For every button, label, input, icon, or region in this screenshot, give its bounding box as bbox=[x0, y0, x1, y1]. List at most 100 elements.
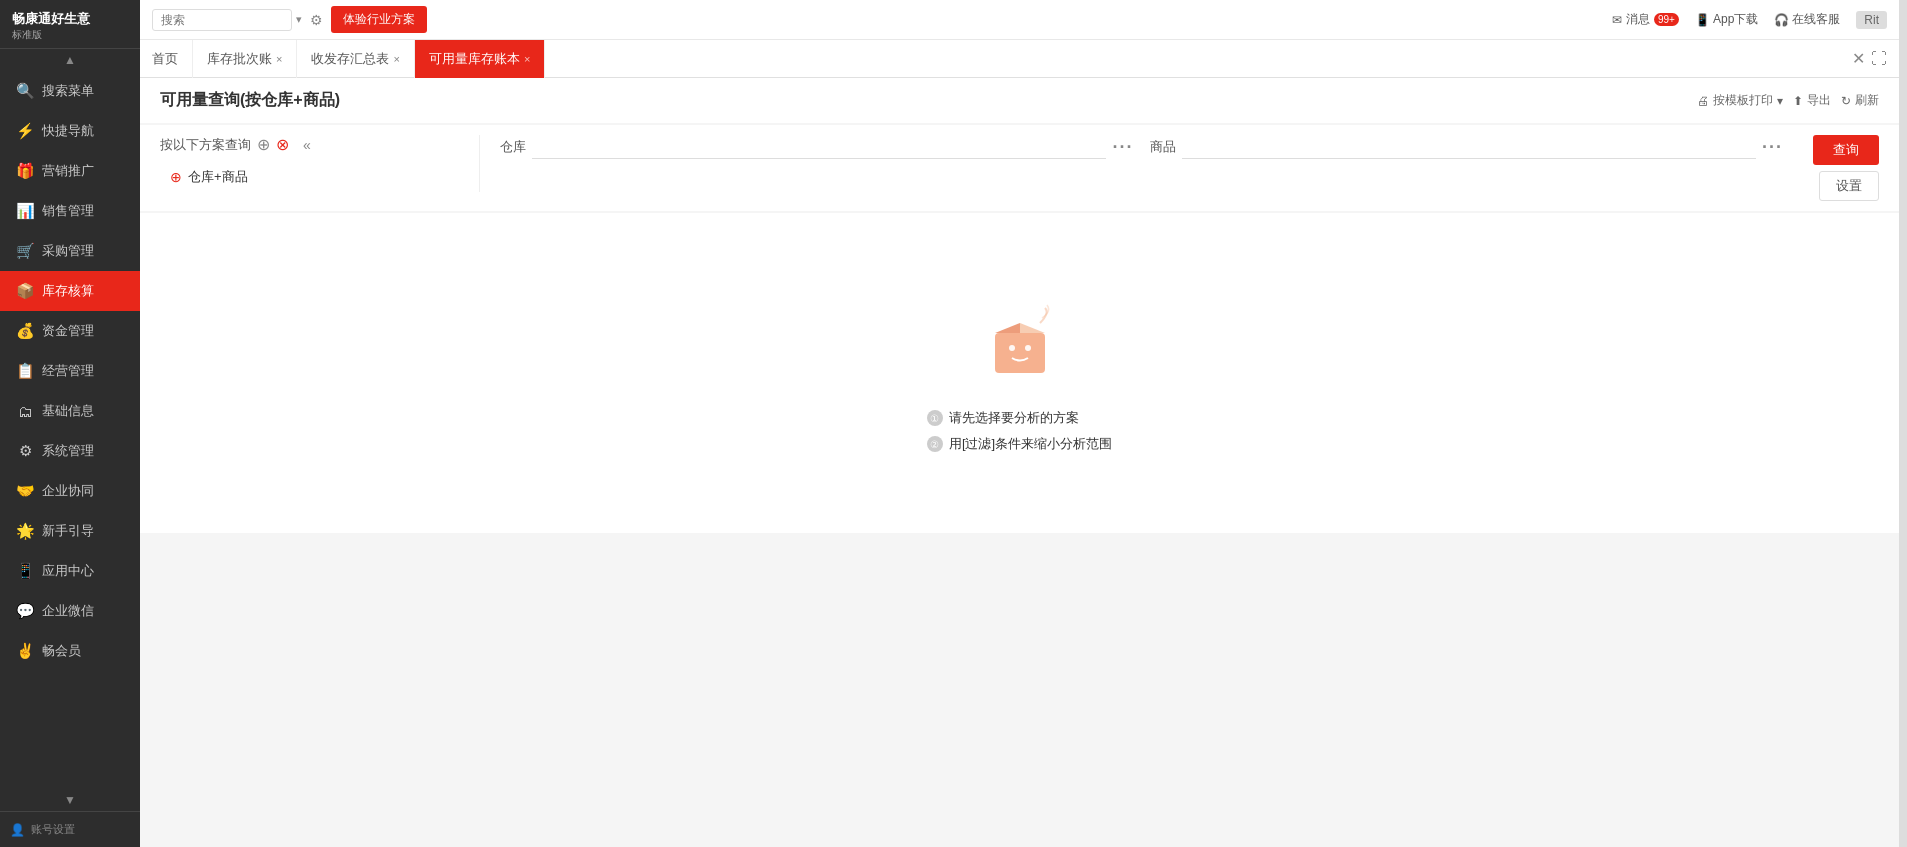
app-download-label: App下载 bbox=[1713, 11, 1758, 28]
print-template-btn[interactable]: 🖨 按模板打印 ▾ bbox=[1697, 92, 1783, 109]
sidebar-item-base[interactable]: 🗂基础信息 bbox=[0, 391, 140, 431]
sidebar-item-inventory[interactable]: 📦库存核算 bbox=[0, 271, 140, 311]
online-service-label: 在线客服 bbox=[1792, 11, 1840, 28]
search-bar: ▾ bbox=[152, 9, 302, 31]
filter-section-label: 按以下方案查询 bbox=[160, 136, 251, 154]
sidebar-item-operation[interactable]: 📋 经营管理 bbox=[0, 351, 140, 391]
sidebar-icon-marketing: 🎁 bbox=[16, 162, 34, 180]
sidebar-label-quick-nav: 快捷导航 bbox=[42, 122, 94, 140]
filter-scheme-panel: 按以下方案查询 ⊕ ⊗ « ⊕ 仓库+商品 bbox=[160, 135, 480, 192]
svg-point-3 bbox=[1009, 345, 1015, 351]
svg-marker-1 bbox=[995, 323, 1020, 333]
page-header: 可用量查询(按仓库+商品) 🖨 按模板打印 ▾ ⬆ 导出 ↻ 刷新 bbox=[140, 78, 1899, 123]
sidebar-label-operation: 经营管理 bbox=[42, 362, 94, 380]
warehouse-more-icon[interactable]: ··· bbox=[1112, 137, 1133, 158]
tab-home-label: 首页 bbox=[152, 50, 178, 68]
sidebar: 畅康通好生意 标准版 ▲ 🔍搜索菜单⚡快捷导航🎁营销推广📊销售管理🛒采购管理📦库… bbox=[0, 0, 140, 847]
sidebar-item-app-center[interactable]: 📱 应用中心 bbox=[0, 551, 140, 591]
page-title: 可用量查询(按仓库+商品) bbox=[160, 90, 340, 111]
sidebar-menu: 🔍搜索菜单 ⚡ 快捷导航 🎁 营销推广 📊销售管理🛒采购管理📦库存核算 💰 资金管理 📋 经营管理… bbox=[0, 71, 140, 789]
trial-button[interactable]: 体验行业方案 bbox=[331, 6, 427, 33]
tab-home[interactable]: 首页 bbox=[152, 40, 193, 78]
add-scheme-icon[interactable]: ⊕ bbox=[257, 135, 270, 154]
sidebar-icon-operation: 📋 bbox=[16, 362, 34, 380]
scheme-item-label: 仓库+商品 bbox=[188, 168, 248, 186]
product-more-icon[interactable]: ··· bbox=[1762, 137, 1783, 158]
product-input[interactable] bbox=[1182, 135, 1756, 159]
sidebar-label-app-center: 应用中心 bbox=[42, 562, 94, 580]
sidebar-icon-finance: 💰 bbox=[16, 322, 34, 340]
sidebar-icon-app-center: 📱 bbox=[16, 562, 34, 580]
main-area: ▾ ⚙ 体验行业方案 ✉ 消息 99+ 📱 App下载 🎧 在线客服 Rit bbox=[140, 0, 1899, 847]
message-area[interactable]: ✉ 消息 99+ bbox=[1612, 11, 1679, 28]
online-service-btn[interactable]: 🎧 在线客服 bbox=[1774, 11, 1840, 28]
scheme-item-warehouse-product[interactable]: ⊕ 仓库+商品 bbox=[160, 162, 479, 192]
search-dropdown-icon[interactable]: ▾ bbox=[296, 13, 302, 26]
empty-tip-2: ② 用[过滤]条件来缩小分析范围 bbox=[927, 435, 1112, 453]
collapse-btn[interactable]: « bbox=[295, 137, 319, 153]
user-name: Rit bbox=[1864, 13, 1879, 27]
filter-fields-panel: 仓库 ··· 商品 ··· bbox=[480, 135, 1803, 167]
sidebar-logo-sub: 标准版 bbox=[12, 28, 128, 42]
top-header: ▾ ⚙ 体验行业方案 ✉ 消息 99+ 📱 App下载 🎧 在线客服 Rit bbox=[140, 0, 1899, 40]
tip-num-1: ① bbox=[927, 410, 943, 426]
sidebar-item-search[interactable]: 🔍搜索菜单 bbox=[0, 71, 140, 111]
app-download-btn[interactable]: 📱 App下载 bbox=[1695, 11, 1758, 28]
sidebar-label-finance: 资金管理 bbox=[42, 322, 94, 340]
svg-point-4 bbox=[1025, 345, 1031, 351]
tab-batch-account[interactable]: 库存批次账 × bbox=[193, 40, 297, 78]
tab-batch-account-close[interactable]: × bbox=[276, 53, 282, 65]
sidebar-item-member[interactable]: ✌畅会员 bbox=[0, 631, 140, 671]
tab-available-account-label: 可用量库存账本 bbox=[429, 50, 520, 68]
sidebar-label-enterprise: 企业协同 bbox=[42, 482, 94, 500]
sidebar-scroll-down[interactable]: ▼ bbox=[0, 789, 140, 811]
refresh-btn[interactable]: ↻ 刷新 bbox=[1841, 92, 1879, 109]
tab-available-account[interactable]: 可用量库存账本 × bbox=[415, 40, 545, 78]
tab-available-account-close[interactable]: × bbox=[524, 53, 530, 65]
empty-illustration bbox=[970, 293, 1070, 393]
sidebar-icon-system: ⚙ bbox=[16, 442, 34, 460]
tab-receive-summary[interactable]: 收发存汇总表 × bbox=[297, 40, 414, 78]
sidebar-item-new-user[interactable]: 🌟 新手引导 bbox=[0, 511, 140, 551]
sidebar-item-enterprise[interactable]: 🤝 企业协同 bbox=[0, 471, 140, 511]
sidebar-icon-enterprise: 🤝 bbox=[16, 482, 34, 500]
sidebar-bottom-icon: 👤 bbox=[10, 823, 25, 837]
sidebar-item-marketing[interactable]: 🎁 营销推广 bbox=[0, 151, 140, 191]
settings-button[interactable]: 设置 bbox=[1819, 171, 1879, 201]
settings-icon[interactable]: ⚙ bbox=[310, 12, 323, 28]
search-input[interactable] bbox=[152, 9, 292, 31]
sidebar-scroll-up[interactable]: ▲ bbox=[0, 49, 140, 71]
query-button[interactable]: 查询 bbox=[1813, 135, 1879, 165]
filter-label-row: 按以下方案查询 ⊕ ⊗ « bbox=[160, 135, 479, 154]
top-header-right: ✉ 消息 99+ 📱 App下载 🎧 在线客服 Rit bbox=[1612, 11, 1887, 29]
tab-close-all-btn[interactable]: ✕ bbox=[1852, 49, 1865, 68]
print-dropdown-icon[interactable]: ▾ bbox=[1777, 94, 1783, 108]
empty-tips-container: ① 请先选择要分析的方案 ② 用[过滤]条件来缩小分析范围 bbox=[927, 409, 1112, 453]
sidebar-label-inventory: 库存核算 bbox=[42, 282, 94, 300]
sidebar-item-purchase[interactable]: 🛒采购管理 bbox=[0, 231, 140, 271]
sidebar-item-quick-nav[interactable]: ⚡ 快捷导航 bbox=[0, 111, 140, 151]
sidebar-label-search: 搜索菜单 bbox=[42, 82, 94, 100]
sidebar-icon-quick-nav: ⚡ bbox=[16, 122, 34, 140]
sidebar-label-marketing: 营销推广 bbox=[42, 162, 94, 180]
sidebar-item-system[interactable]: ⚙系统管理 bbox=[0, 431, 140, 471]
tab-receive-summary-close[interactable]: × bbox=[393, 53, 399, 65]
right-scrollbar[interactable] bbox=[1899, 0, 1907, 847]
top-header-left: ▾ ⚙ 体验行业方案 bbox=[152, 6, 427, 33]
sidebar-item-wechat[interactable]: 💬企业微信 bbox=[0, 591, 140, 631]
sidebar-icon-base: 🗂 bbox=[16, 403, 34, 420]
refresh-label: 刷新 bbox=[1855, 92, 1879, 109]
sidebar-label-new-user: 新手引导 bbox=[42, 522, 94, 540]
warehouse-input[interactable] bbox=[532, 135, 1106, 159]
manage-scheme-icon[interactable]: ⊗ bbox=[276, 135, 289, 154]
export-btn[interactable]: ⬆ 导出 bbox=[1793, 92, 1831, 109]
sidebar-item-finance[interactable]: 💰 资金管理 bbox=[0, 311, 140, 351]
export-label: 导出 bbox=[1807, 92, 1831, 109]
print-icon: 🖨 bbox=[1697, 94, 1709, 108]
user-avatar[interactable]: Rit bbox=[1856, 11, 1887, 29]
sidebar-item-sales[interactable]: 📊销售管理 bbox=[0, 191, 140, 231]
sidebar-icon-new-user: 🌟 bbox=[16, 522, 34, 540]
tab-expand-btn[interactable]: ⛶ bbox=[1871, 50, 1887, 68]
product-field-label: 商品 bbox=[1150, 138, 1176, 156]
tab-actions: ✕ ⛶ bbox=[1852, 49, 1887, 68]
